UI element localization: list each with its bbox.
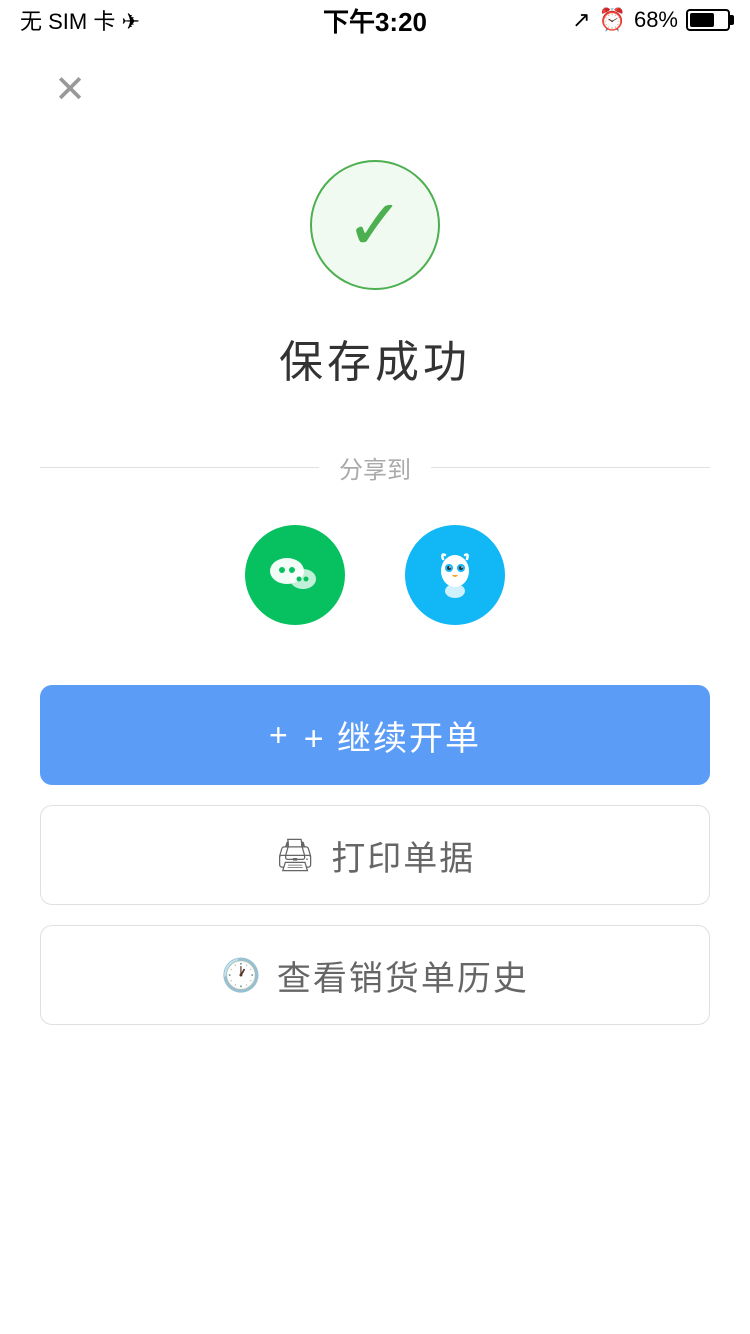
qq-icon <box>425 545 485 605</box>
share-label: 分享到 <box>339 450 411 485</box>
wechat-share-button[interactable] <box>245 525 345 625</box>
clock-icon: 🕐 <box>221 956 263 994</box>
battery-fill <box>690 13 714 27</box>
share-icons <box>245 525 505 625</box>
status-right: ↗ ⏰ 68% <box>572 7 730 33</box>
alarm-icon: ⏰ <box>599 7 626 33</box>
history-button[interactable]: 🕐 查看销货单历史 <box>40 925 710 1025</box>
close-icon: ✕ <box>54 71 86 109</box>
continue-button[interactable]: + + 继续开单 <box>40 685 710 785</box>
success-circle: ✓ <box>310 160 440 290</box>
main-content: ✕ ✓ 保存成功 分享到 <box>0 40 750 1334</box>
location-icon: ↗ <box>572 7 590 33</box>
battery-percent: 68% <box>634 7 678 33</box>
status-bar: 无 SIM 卡 ✈ 下午3:20 ↗ ⏰ 68% <box>0 0 750 40</box>
qq-share-button[interactable] <box>405 525 505 625</box>
status-time: 下午3:20 <box>323 2 427 39</box>
close-button[interactable]: ✕ <box>40 60 100 120</box>
print-icon: 🖨 <box>275 836 318 874</box>
share-divider-line-left <box>40 467 319 468</box>
share-divider-line-right <box>431 467 710 468</box>
print-button[interactable]: 🖨 打印单据 <box>40 805 710 905</box>
wechat-icon <box>265 545 325 605</box>
share-section: 分享到 <box>40 450 710 625</box>
battery-icon <box>686 9 730 31</box>
status-left: 无 SIM 卡 ✈ <box>20 4 140 36</box>
continue-label: + 继续开单 <box>304 711 481 760</box>
success-section: ✓ 保存成功 <box>40 160 710 390</box>
checkmark-icon: ✓ <box>346 190 405 260</box>
plus-icon: + <box>269 717 290 754</box>
share-divider: 分享到 <box>40 450 710 485</box>
sim-status: 无 SIM 卡 ✈ <box>20 4 140 36</box>
print-label: 打印单据 <box>331 831 475 880</box>
success-title: 保存成功 <box>279 326 471 390</box>
buttons-section: + + 继续开单 🖨 打印单据 🕐 查看销货单历史 <box>40 685 710 1025</box>
history-label: 查看销货单历史 <box>277 951 529 1000</box>
